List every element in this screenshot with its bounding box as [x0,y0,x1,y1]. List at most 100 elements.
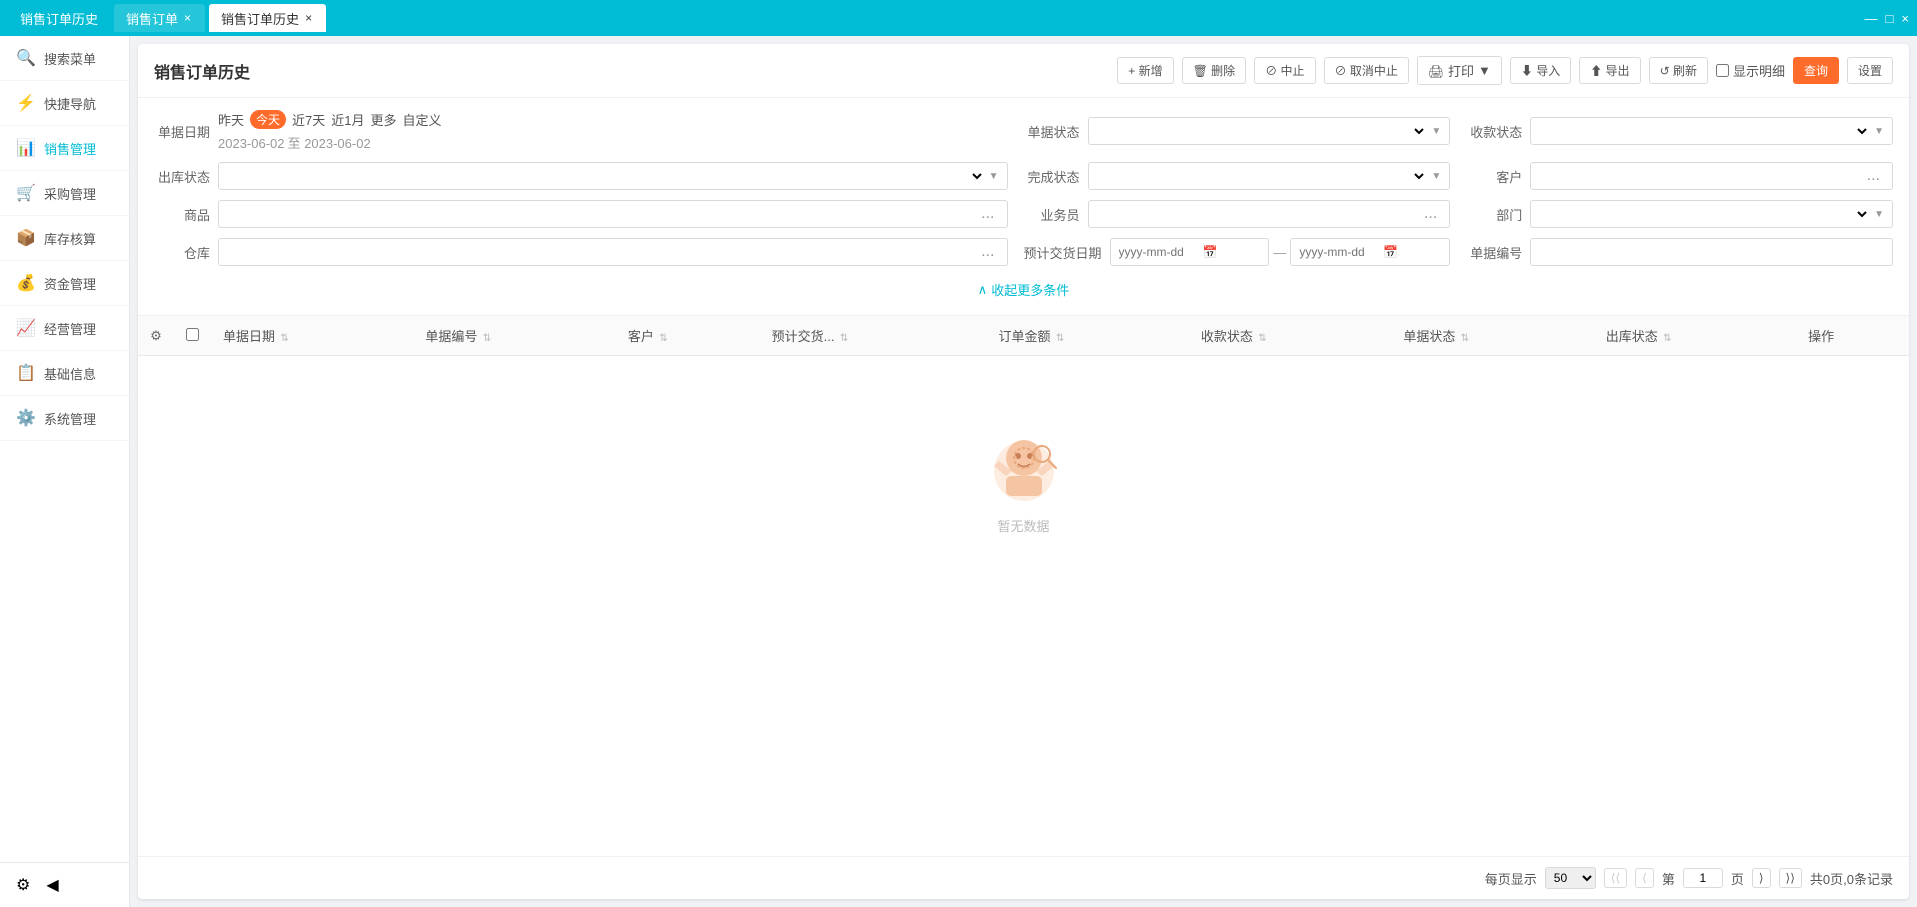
th-out-status[interactable]: 出库状态 ⇅ [1594,316,1796,356]
sidebar-item-basic-info[interactable]: 📋 基础信息 [0,351,129,396]
filter-goods: 商品 ... [154,200,1008,228]
window-minimize[interactable]: — [1865,11,1878,26]
th-bill-no[interactable]: 单据编号 ⇅ [413,316,615,356]
date-opt-yesterday[interactable]: 昨天 [218,110,244,129]
tab-sales-order-history[interactable]: 销售订单历史 × [209,4,326,32]
th-delivery-date[interactable]: 预计交货... ⇅ [760,316,987,356]
salesperson-dots-btn[interactable]: ... [1420,205,1441,223]
date-opt-7days[interactable]: 近7天 [292,110,325,129]
bill-status-control[interactable]: ▼ [1088,117,1451,145]
receipt-status-dropdown-icon: ▼ [1874,126,1884,137]
filter-bill-status: 单据状态 ▼ [1024,117,1451,145]
warehouse-input[interactable] [227,245,973,259]
empty-state: 暂无数据 [138,356,1909,595]
delivery-date-end-cal-icon[interactable]: 📅 [1383,245,1398,259]
print-button[interactable]: 🖨 打印 ▼ [1417,56,1502,85]
bill-no-input[interactable] [1539,245,1884,259]
out-status-select[interactable] [227,168,985,184]
sidebar-item-finance[interactable]: 💰 资金管理 [0,261,129,306]
sidebar-settings-icon[interactable]: ⚙ [16,875,30,895]
sidebar-item-search-menu[interactable]: 🔍 搜索菜单 [0,36,129,81]
stop-button[interactable]: ⊘ 中止 [1254,57,1315,84]
th-order-amount-sort-icon: ⇅ [1056,333,1064,344]
add-button[interactable]: + 新增 [1117,57,1173,84]
receipt-status-select[interactable] [1539,123,1870,139]
settings-gear-icon[interactable]: ⚙ [150,328,162,343]
select-all-checkbox[interactable] [186,328,199,341]
cancel-stop-button[interactable]: ⊘ 取消中止 [1324,57,1409,84]
th-out-status-sort-icon: ⇅ [1663,333,1671,344]
next-page-btn[interactable]: ⟩ [1752,868,1771,888]
customer-control[interactable]: ... [1530,162,1893,190]
th-receipt-status[interactable]: 收款状态 ⇅ [1189,316,1391,356]
department-select[interactable] [1539,206,1870,222]
customer-input[interactable] [1539,169,1858,183]
delete-button[interactable]: 🗑 删除 [1182,57,1247,84]
delivery-date-start-cal-icon[interactable]: 📅 [1203,245,1218,259]
warehouse-dots-btn[interactable]: ... [977,243,998,261]
delivery-date-label: 预计交货日期 [1024,243,1102,262]
complete-status-select[interactable] [1097,168,1428,184]
per-page-select[interactable]: 50 10 20 100 [1545,867,1596,889]
collapse-label: 收起更多条件 [991,280,1069,299]
bill-status-select[interactable] [1097,123,1428,139]
date-opt-more[interactable]: 更多 [371,110,397,129]
settings-button[interactable]: 设置 [1847,57,1893,84]
department-control[interactable]: ▼ [1530,200,1893,228]
bill-no-control[interactable] [1530,238,1893,266]
th-customer-label: 客户 [628,329,654,344]
window-maximize[interactable]: □ [1886,11,1894,26]
th-checkbox[interactable] [174,316,211,356]
th-bill-status[interactable]: 单据状态 ⇅ [1391,316,1593,356]
goods-input[interactable] [227,207,973,221]
th-customer[interactable]: 客户 ⇅ [616,316,760,356]
sales-order-tab-close[interactable]: × [182,10,193,26]
goods-dots-btn[interactable]: ... [977,205,998,223]
current-page-input[interactable] [1683,868,1723,888]
delivery-date-end-input[interactable] [1299,245,1379,259]
display-cols-checkbox[interactable] [1716,64,1729,77]
filter-complete-status: 完成状态 ▼ [1024,162,1451,190]
customer-dots-btn[interactable]: ... [1863,167,1884,185]
tab-home[interactable]: 销售订单历史 [8,4,110,32]
th-settings[interactable]: ⚙ [138,316,174,356]
delivery-date-start-input[interactable] [1119,245,1199,259]
query-button[interactable]: 查询 [1793,57,1839,84]
warehouse-control[interactable]: ... [218,238,1008,266]
delivery-date-start-control[interactable]: 📅 [1110,238,1270,266]
th-order-amount[interactable]: 订单金额 ⇅ [986,316,1188,356]
sidebar-item-operation[interactable]: 📈 经营管理 [0,306,129,351]
receipt-status-control[interactable]: ▼ [1530,117,1893,145]
date-opt-custom[interactable]: 自定义 [403,110,442,129]
collapse-bar[interactable]: ∧ 收起更多条件 [154,276,1893,303]
prev-page-btn[interactable]: ⟨ [1635,868,1654,888]
complete-status-control[interactable]: ▼ [1088,162,1451,190]
salesperson-control[interactable]: ... [1088,200,1451,228]
sidebar-item-sales-mgmt[interactable]: 📊 销售管理 [0,126,129,171]
sidebar-item-quick-nav[interactable]: ⚡ 快捷导航 [0,81,129,126]
sidebar-collapse-icon[interactable]: ◀ [46,875,58,895]
sidebar-item-quick-nav-label: 快捷导航 [44,94,96,113]
last-page-btn[interactable]: ⟩⟩ [1779,868,1802,888]
first-page-btn[interactable]: ⟨⟨ [1604,868,1627,888]
delivery-date-end-control[interactable]: 📅 [1290,238,1450,266]
goods-control[interactable]: ... [218,200,1008,228]
sales-order-history-tab-close[interactable]: × [303,10,314,26]
th-bill-date[interactable]: 单据日期 ⇅ [211,316,413,356]
sidebar-item-inventory[interactable]: 📦 库存核算 [0,216,129,261]
tab-sales-order[interactable]: 销售订单 × [114,4,205,32]
print-dropdown-icon: ▼ [1478,63,1491,78]
sidebar-item-purchase-mgmt[interactable]: 🛒 采购管理 [0,171,129,216]
sidebar: 🔍 搜索菜单 ⚡ 快捷导航 📊 销售管理 🛒 采购管理 📦 库存核算 💰 资金管… [0,36,130,907]
th-operation: 操作 [1796,316,1909,356]
export-button[interactable]: ⬆ 导出 [1579,57,1640,84]
refresh-button[interactable]: ↺ 刷新 [1649,57,1708,84]
date-opt-1month[interactable]: 近1月 [331,110,364,129]
salesperson-input[interactable] [1097,207,1416,221]
window-close[interactable]: × [1901,11,1909,26]
import-button[interactable]: ⬇ 导入 [1510,57,1571,84]
sidebar-item-system[interactable]: ⚙️ 系统管理 [0,396,129,441]
date-opt-today[interactable]: 今天 [250,110,286,129]
sidebar-item-inventory-label: 库存核算 [44,229,96,248]
out-status-control[interactable]: ▼ [218,162,1008,190]
